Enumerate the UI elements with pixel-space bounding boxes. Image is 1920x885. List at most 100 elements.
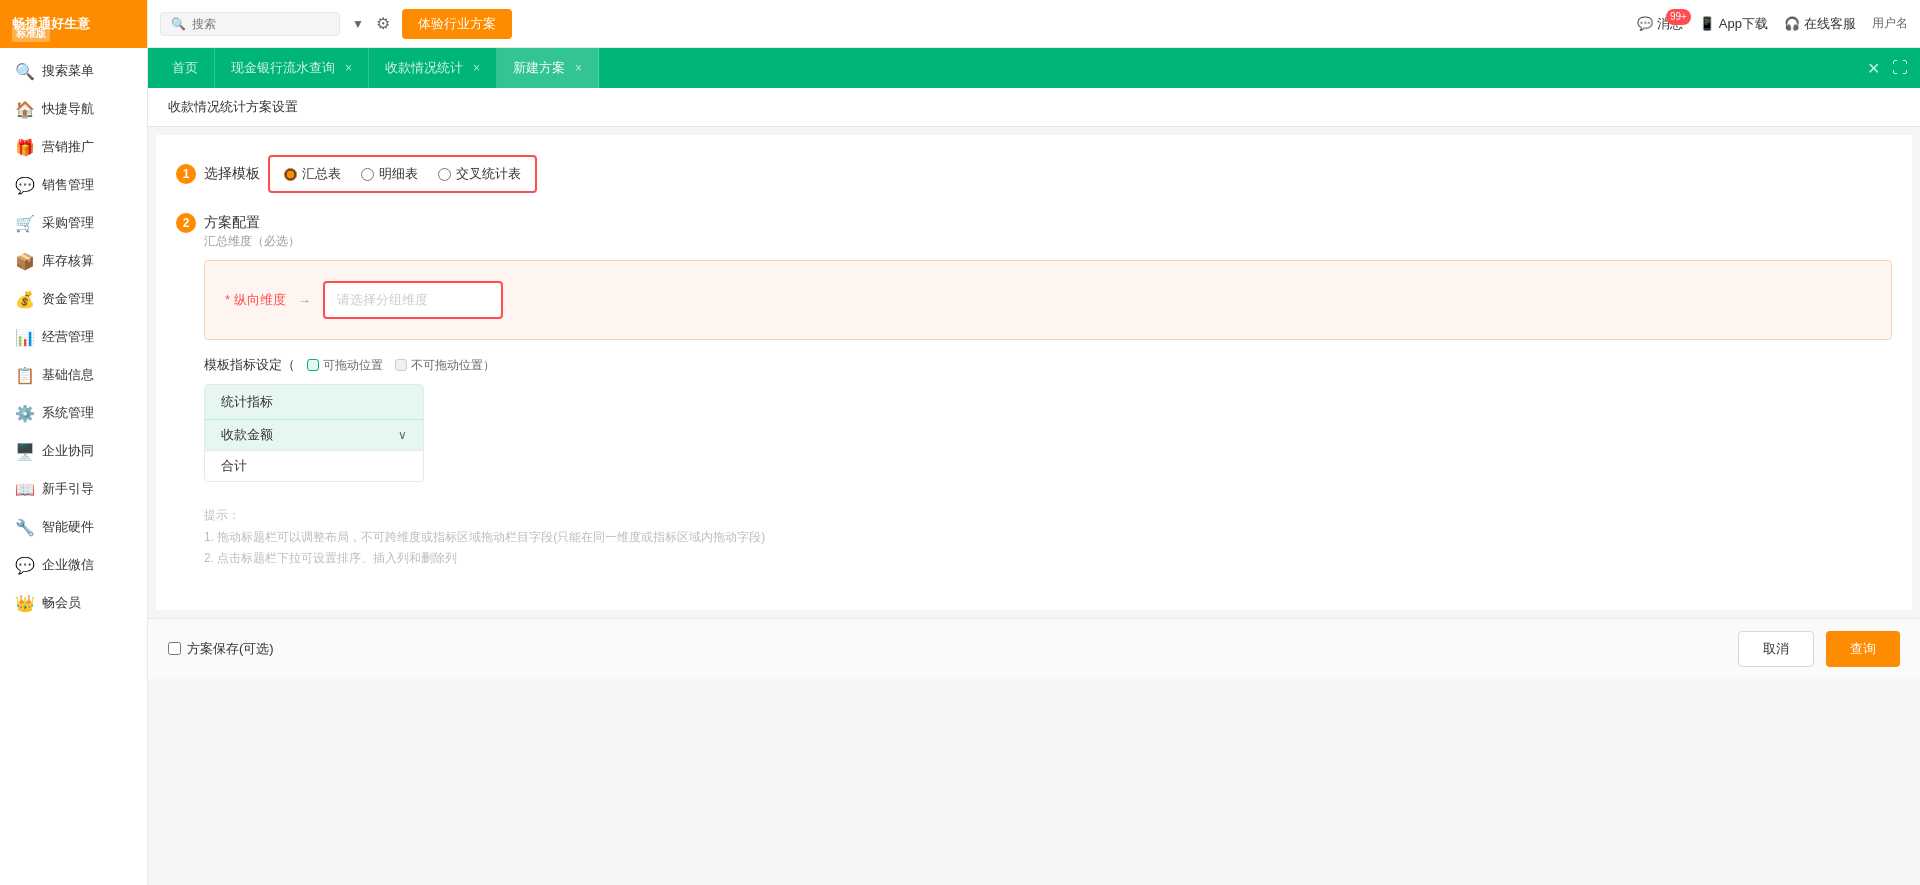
sidebar-item-cooperation[interactable]: 🖥️ 企业协同 [0,432,147,470]
box-icon: 📦 [16,252,34,270]
tool-icon: 🔧 [16,518,34,536]
sidebar-item-search[interactable]: 🔍 搜索菜单 [0,52,147,90]
step2-title: 方案配置 [204,214,260,232]
trial-btn[interactable]: 体验行业方案 [402,9,512,39]
sidebar-label-smart-hw: 智能硬件 [42,518,94,536]
maximize-btn[interactable]: ⛶ [1888,55,1912,82]
template-options: 汇总表 明细表 交叉统计表 [268,155,537,193]
sidebar-label-purchase: 采购管理 [42,214,94,232]
cart-icon: 🛒 [16,214,34,232]
money-icon: 💰 [16,290,34,308]
search-input[interactable] [192,17,312,31]
radio-detail[interactable] [361,168,374,181]
message-action[interactable]: 💬 消息 99+ [1637,15,1683,33]
arrow-icon: → [298,293,311,308]
dimension-placeholder: 请选择分组维度 [337,292,428,307]
step1-title: 选择模板 [204,165,260,183]
vertical-label: * 纵向维度 [225,291,286,309]
option-summary[interactable]: 汇总表 [284,165,341,183]
dimension-section-title: 汇总维度（必选） [204,233,1892,250]
sidebar-label-cooperation: 企业协同 [42,442,94,460]
not-draggable-dot [395,359,407,371]
sidebar-item-member[interactable]: 👑 畅会员 [0,584,147,622]
radio-cross[interactable] [438,168,451,181]
sidebar-item-basic-info[interactable]: 📋 基础信息 [0,356,147,394]
service-action[interactable]: 🎧 在线客服 [1784,15,1856,33]
close-window-btn[interactable]: ✕ [1863,55,1884,82]
step2-number: 2 [176,213,196,233]
book-icon: 📖 [16,480,34,498]
option-cross[interactable]: 交叉统计表 [438,165,521,183]
sidebar-item-wechat[interactable]: 💬 企业微信 [0,546,147,584]
option-cross-label: 交叉统计表 [456,165,521,183]
step2-section: 2 方案配置 汇总维度（必选） * 纵向维度 → 请选择分组维度 [176,213,1892,570]
sidebar: 畅捷通好生意 标准版 🔍 搜索菜单 🏠 快捷导航 🎁 营销推广 💬 销售管理 🛒… [0,0,148,885]
user-info[interactable]: 用户名 [1872,15,1908,32]
save-checkbox[interactable] [168,642,181,655]
tab-bank-flow-label: 现金银行流水查询 [231,59,335,77]
save-option-label: 方案保存(可选) [187,640,274,658]
topbar: 🔍 ▼ ⚙ 体验行业方案 💬 消息 99+ 📱 App下载 🎧 在线客服 用户名 [148,0,1920,48]
dimension-area: * 纵向维度 → 请选择分组维度 [204,260,1892,340]
legend-not-draggable-label: 不可拖动位置） [411,357,495,374]
search-box[interactable]: 🔍 [160,12,340,36]
sidebar-item-operations[interactable]: 📊 经营管理 [0,318,147,356]
page-footer: 方案保存(可选) 取消 查询 [148,618,1920,679]
tab-bank-flow-close[interactable]: × [345,61,352,75]
sidebar-item-smart-hw[interactable]: 🔧 智能硬件 [0,508,147,546]
sidebar-label-marketing: 营销推广 [42,138,94,156]
page-header: 收款情况统计方案设置 [148,88,1920,127]
indicator-subtotal: 合计 [205,450,423,481]
tab-new-plan[interactable]: 新建方案 × [497,48,599,88]
option-detail[interactable]: 明细表 [361,165,418,183]
message-badge: 99+ [1666,9,1691,25]
message-icon: 💬 [1637,16,1653,31]
sales-icon: 💬 [16,176,34,194]
legend-draggable: 可拖动位置 [307,357,383,374]
sidebar-label-inventory: 库存核算 [42,252,94,270]
radio-summary[interactable] [284,168,297,181]
save-option[interactable]: 方案保存(可选) [168,640,274,658]
tab-home[interactable]: 首页 [156,48,215,88]
gift-icon: 🎁 [16,138,34,156]
search-dropdown-icon[interactable]: ▼ [352,17,364,31]
tab-new-plan-close[interactable]: × [575,61,582,75]
download-action[interactable]: 📱 App下载 [1699,15,1768,33]
sidebar-label-operations: 经营管理 [42,328,94,346]
step2-content: 汇总维度（必选） * 纵向维度 → 请选择分组维度 [176,233,1892,570]
indicator-table-header: 统计指标 [205,385,423,419]
query-button[interactable]: 查询 [1826,631,1900,667]
indicator-label-row: 模板指标设定（ 可拖动位置 不可拖动位置） [204,356,1892,374]
sidebar-item-guide[interactable]: 📖 新手引导 [0,470,147,508]
sidebar-item-finance[interactable]: 💰 资金管理 [0,280,147,318]
tab-collection-stats-close[interactable]: × [473,61,480,75]
dimension-select[interactable]: 请选择分组维度 [323,281,503,319]
sidebar-item-marketing[interactable]: 🎁 营销推广 [0,128,147,166]
indicator-dropdown-icon[interactable]: ∨ [398,428,407,442]
tab-bank-flow[interactable]: 现金银行流水查询 × [215,48,369,88]
tip-line-2: 2. 点击标题栏下拉可设置排序、插入列和删除列 [204,548,1892,570]
username: 用户名 [1872,16,1908,30]
sidebar-item-sales[interactable]: 💬 销售管理 [0,166,147,204]
topbar-actions: 💬 消息 99+ 📱 App下载 🎧 在线客服 用户名 [1637,15,1908,33]
headset-icon: 🎧 [1784,16,1800,31]
home-icon: 🏠 [16,100,34,118]
settings-icon[interactable]: ⚙ [376,14,390,33]
wechat-icon: 💬 [16,556,34,574]
tab-new-plan-label: 新建方案 [513,59,565,77]
dimension-row: * 纵向维度 → 请选择分组维度 [225,281,1871,319]
sidebar-item-quick-nav[interactable]: 🏠 快捷导航 [0,90,147,128]
version-badge: 标准版 [12,26,50,42]
sidebar-nav: 🔍 搜索菜单 🏠 快捷导航 🎁 营销推广 💬 销售管理 🛒 采购管理 📦 库存核… [0,48,147,885]
tips-title-text: 提示： [204,508,240,522]
indicator-row-amount[interactable]: 收款金额 ∨ [205,419,423,450]
tab-collection-stats[interactable]: 收款情况统计 × [369,48,497,88]
dimension-title-text: 汇总维度（必选） [204,234,300,248]
sidebar-item-system[interactable]: ⚙️ 系统管理 [0,394,147,432]
crown-icon: 👑 [16,594,34,612]
sidebar-item-inventory[interactable]: 📦 库存核算 [0,242,147,280]
footer-buttons: 取消 查询 [1738,631,1900,667]
cancel-button[interactable]: 取消 [1738,631,1814,667]
sidebar-item-purchase[interactable]: 🛒 采购管理 [0,204,147,242]
option-summary-label: 汇总表 [302,165,341,183]
